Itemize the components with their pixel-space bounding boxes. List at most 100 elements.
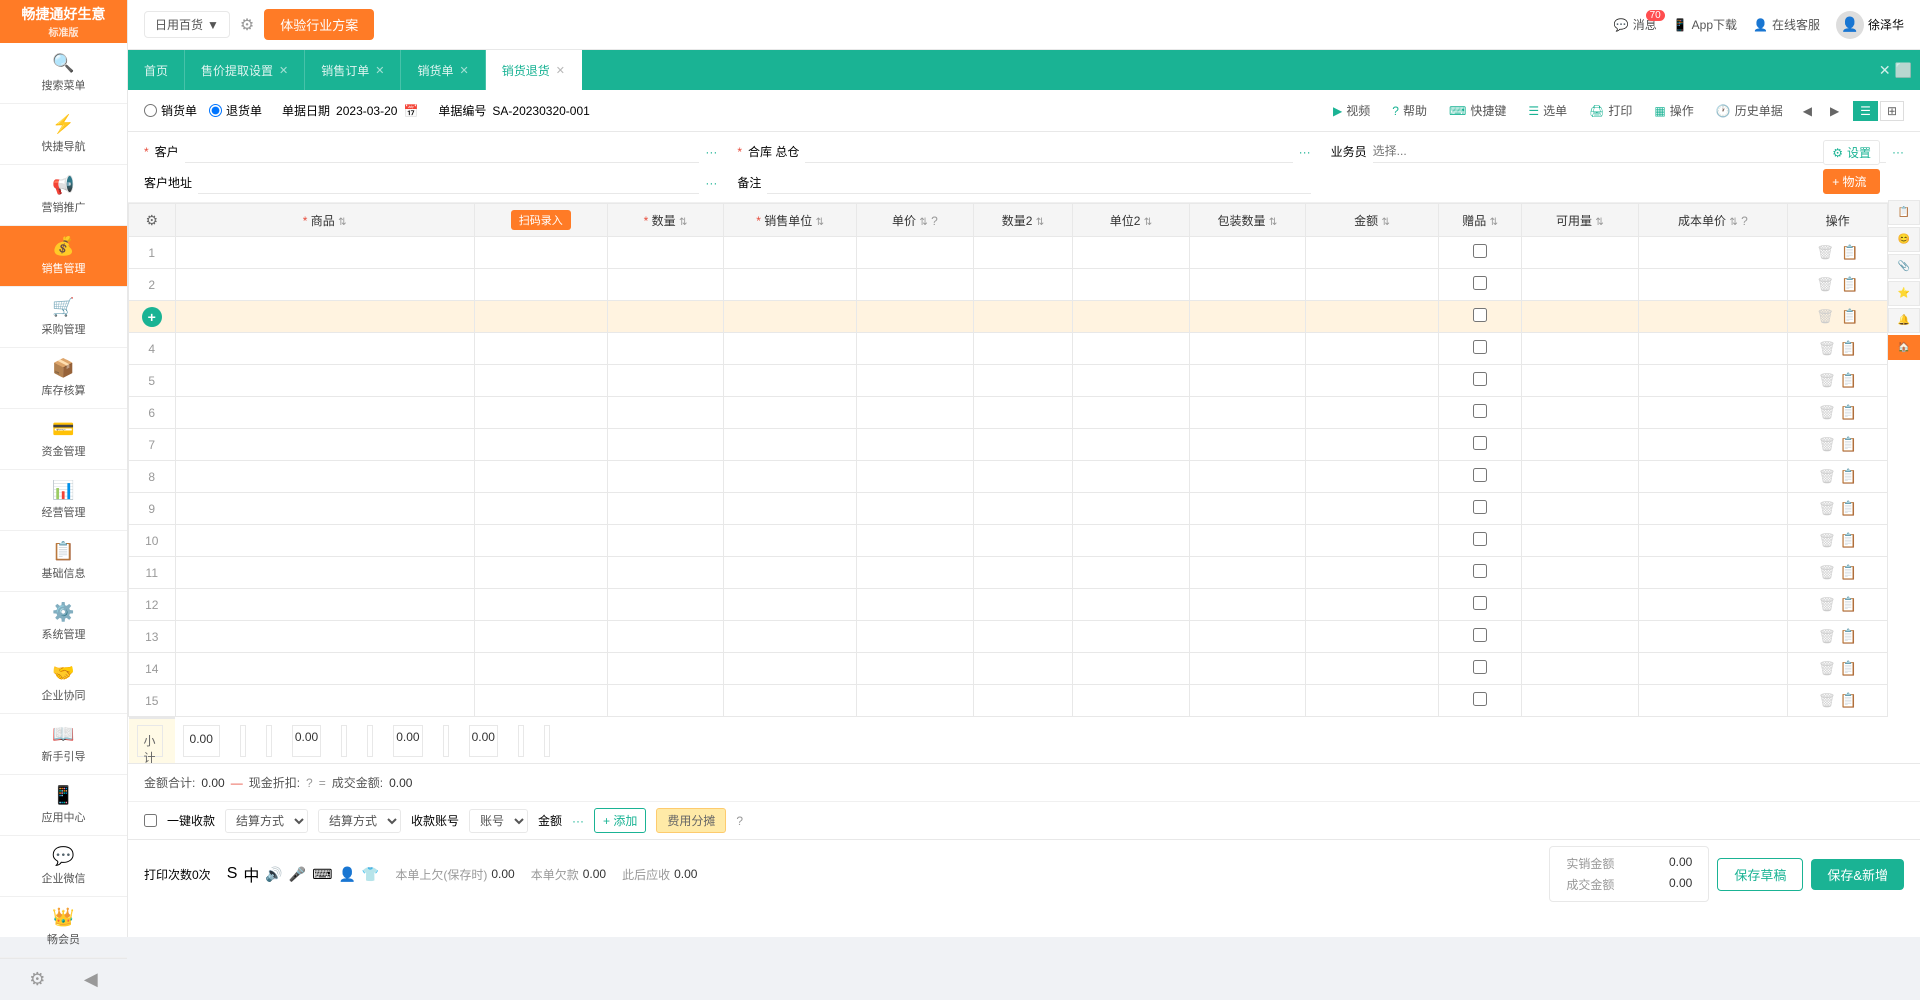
delete-row-icon[interactable]: 🗑 xyxy=(1818,628,1836,644)
product-cell-active[interactable] xyxy=(175,301,474,333)
cost-sort-icon[interactable]: ⇅ xyxy=(1729,217,1737,228)
cost-cell[interactable] xyxy=(1638,237,1788,269)
return-radio[interactable] xyxy=(209,104,222,117)
copy-row-icon[interactable]: 📋 xyxy=(1840,692,1857,708)
avail-sort-icon[interactable]: ⇅ xyxy=(1595,217,1603,228)
delete-row-icon[interactable]: 🗑 xyxy=(1818,340,1836,356)
one-click-payment-checkbox[interactable] xyxy=(144,814,157,827)
sidebar-item-basic-info[interactable]: 📋 基础信息 xyxy=(0,531,127,592)
sidebar-item-system[interactable]: ⚙️ 系统管理 xyxy=(0,592,127,653)
tab-sales-delivery[interactable]: 销货单 ✕ xyxy=(401,50,485,90)
gift-checkbox[interactable] xyxy=(1473,372,1487,386)
gift-sort-icon[interactable]: ⇅ xyxy=(1490,217,1498,228)
radio-return[interactable]: 退货单 xyxy=(209,102,262,119)
unit2-cell[interactable] xyxy=(1073,237,1189,269)
customer-input[interactable] xyxy=(185,140,700,163)
sidebar-item-sales[interactable]: 💰 销售管理 xyxy=(0,226,127,287)
settings-icon[interactable]: ⚙ xyxy=(240,15,254,35)
gift-checkbox[interactable] xyxy=(1473,500,1487,514)
qty-cell[interactable] xyxy=(607,269,723,301)
online-service-button[interactable]: 👤 在线客服 xyxy=(1753,16,1820,33)
message-button[interactable]: 💬 消息 70 xyxy=(1614,16,1657,33)
copy-row-icon[interactable]: 📋 xyxy=(1840,372,1857,388)
gift-checkbox[interactable] xyxy=(1473,628,1487,642)
prev-record-button[interactable]: ◀ xyxy=(1799,102,1816,120)
cost-help-icon[interactable]: ? xyxy=(1741,214,1748,228)
price-cell[interactable] xyxy=(857,301,973,333)
unit-cell[interactable] xyxy=(724,301,857,333)
price-help-icon[interactable]: ? xyxy=(931,214,938,228)
list-view-button[interactable]: ☰ xyxy=(1853,101,1878,121)
product-cell[interactable] xyxy=(175,237,474,269)
unit-sort-icon[interactable]: ⇅ xyxy=(816,217,824,228)
warehouse-input[interactable] xyxy=(805,140,1292,163)
gift-checkbox[interactable] xyxy=(1473,660,1487,674)
amount-sort-icon[interactable]: ⇅ xyxy=(1382,217,1390,228)
copy-row-icon[interactable]: 📋 xyxy=(1840,404,1857,420)
price-cell[interactable] xyxy=(857,237,973,269)
amount-picker-icon[interactable]: ··· xyxy=(572,814,584,828)
tab-home[interactable]: 首页 xyxy=(128,50,185,90)
sidebar-item-wechat[interactable]: 💬 企业微信 xyxy=(0,836,127,897)
delete-row-icon[interactable]: 🗑 xyxy=(1818,404,1836,420)
qty-cell[interactable] xyxy=(607,237,723,269)
grid-view-button[interactable]: ⊞ xyxy=(1880,101,1904,121)
pkg-sort-icon[interactable]: ⇅ xyxy=(1269,217,1277,228)
address-input[interactable] xyxy=(198,171,699,194)
unit2-cell[interactable] xyxy=(1073,301,1189,333)
gift-checkbox[interactable] xyxy=(1473,468,1487,482)
right-btn-home[interactable]: 🏠 xyxy=(1888,335,1920,360)
qty2-cell[interactable] xyxy=(973,269,1073,301)
delete-row-icon[interactable]: 🗑 xyxy=(1818,468,1836,484)
copy-row-icon[interactable]: 📋 xyxy=(1840,596,1857,612)
scan-button[interactable]: 扫码录入 xyxy=(511,210,571,230)
shortcut-button[interactable]: ⌨ 快捷键 xyxy=(1443,100,1512,121)
gift-checkbox[interactable] xyxy=(1473,276,1487,290)
print-button[interactable]: 🖨 打印 xyxy=(1583,100,1638,121)
copy-row-icon[interactable]: 📋 xyxy=(1841,244,1858,260)
tab-close-icon[interactable]: ✕ xyxy=(460,64,469,77)
customer-picker-icon[interactable]: ··· xyxy=(705,145,717,159)
delete-row-icon[interactable]: 🗑 xyxy=(1818,596,1836,612)
column-settings-icon[interactable]: ⚙ xyxy=(145,212,158,228)
delete-row-icon[interactable]: 🗑 xyxy=(1818,372,1836,388)
user-info[interactable]: 👤 徐泽华 xyxy=(1836,11,1904,39)
copy-row-icon[interactable]: 📋 xyxy=(1840,532,1857,548)
qty-sort-icon[interactable]: ⇅ xyxy=(679,217,687,228)
unit2-sort-icon[interactable]: ⇅ xyxy=(1144,217,1152,228)
radio-sales[interactable]: 销货单 xyxy=(144,102,197,119)
gift-checkbox[interactable] xyxy=(1473,308,1487,322)
video-button[interactable]: ▶ 视频 xyxy=(1327,100,1376,121)
app-download-button[interactable]: 📱 App下载 xyxy=(1673,16,1737,33)
tab-sales-return[interactable]: 销货退货 ✕ xyxy=(486,50,582,90)
sidebar-item-member[interactable]: 👑 畅会员 xyxy=(0,897,127,958)
gift-checkbox[interactable] xyxy=(1473,564,1487,578)
warehouse-picker-icon[interactable]: ··· xyxy=(1299,145,1311,159)
fee-help-icon[interactable]: ? xyxy=(736,814,743,828)
logistics-button[interactable]: + 物流 xyxy=(1823,169,1880,194)
salesperson-input[interactable] xyxy=(1373,140,1886,163)
experience-button[interactable]: 体验行业方案 xyxy=(264,9,374,40)
operate-button[interactable]: ▦ 操作 xyxy=(1648,100,1699,121)
delete-row-icon[interactable]: 🗑 xyxy=(1818,532,1836,548)
calendar-icon[interactable]: 📅 xyxy=(403,104,418,118)
copy-row-icon[interactable]: 📋 xyxy=(1840,436,1857,452)
delete-row-icon[interactable]: 🗑 xyxy=(1818,692,1836,708)
qty2-cell[interactable] xyxy=(973,237,1073,269)
settings-form-button[interactable]: ⚙ 设置 xyxy=(1823,140,1880,165)
right-btn-star[interactable]: ⭐ xyxy=(1888,281,1920,306)
add-payment-button[interactable]: + 添加 xyxy=(594,808,646,833)
copy-row-icon[interactable]: 📋 xyxy=(1841,308,1858,324)
copy-row-icon[interactable]: 📋 xyxy=(1840,340,1857,356)
help-button[interactable]: ? 帮助 xyxy=(1386,100,1433,121)
sidebar-item-purchase[interactable]: 🛒 采购管理 xyxy=(0,287,127,348)
qty2-cell[interactable] xyxy=(973,301,1073,333)
settlement-select[interactable]: 结算方式 xyxy=(225,809,308,833)
product-sort-icon[interactable]: ⇅ xyxy=(338,217,346,228)
fee-split-button[interactable]: 费用分摊 xyxy=(656,808,726,833)
address-picker-icon[interactable]: ··· xyxy=(705,176,717,190)
tab-close-icon[interactable]: ✕ xyxy=(375,64,384,77)
gift-checkbox[interactable] xyxy=(1473,404,1487,418)
delete-row-icon[interactable]: 🗑 xyxy=(1816,276,1834,292)
avail-cell[interactable] xyxy=(1522,301,1638,333)
